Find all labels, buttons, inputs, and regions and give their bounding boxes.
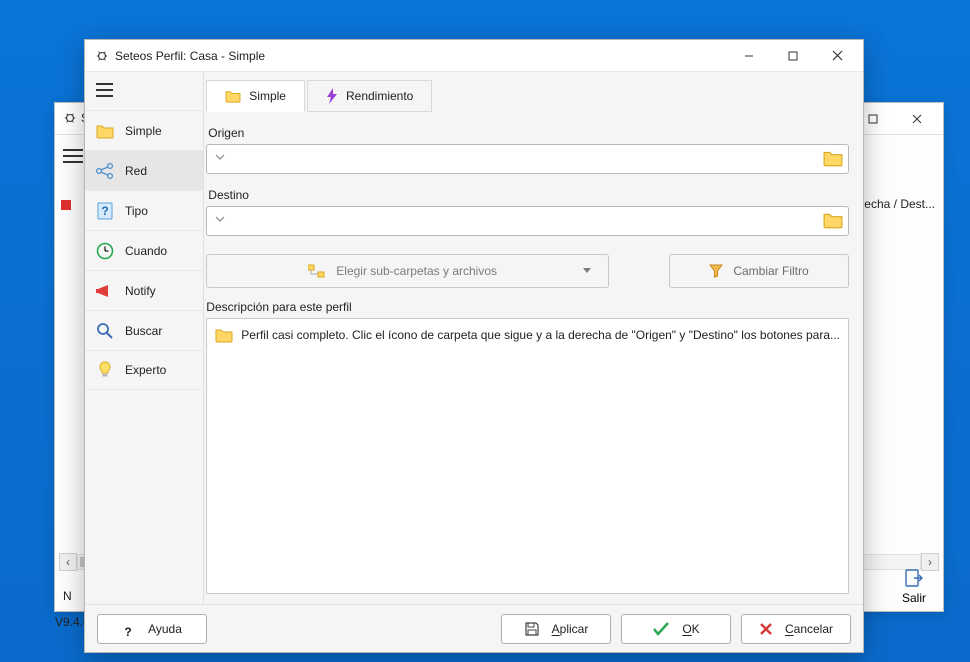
scroll-left-arrow[interactable]: ‹	[59, 553, 77, 571]
close-button[interactable]	[815, 42, 859, 70]
profile-settings-dialog: Seteos Perfil: Casa - Simple Simple Red …	[84, 39, 864, 653]
tab-label: Simple	[249, 89, 286, 103]
apply-button[interactable]: Aplicar	[501, 614, 611, 644]
filter-label: Cambiar Filtro	[733, 264, 808, 278]
content-area: Simple Rendimiento Origen Destino	[204, 72, 863, 604]
sidebar-item-label: Cuando	[125, 244, 167, 258]
minimize-button[interactable]	[727, 42, 771, 70]
sidebar-item-cuando[interactable]: Cuando	[85, 230, 203, 270]
dropdown-caret-icon	[582, 267, 592, 275]
megaphone-icon	[95, 281, 115, 301]
sidebar-item-label: Buscar	[125, 324, 162, 338]
sidebar: Simple Red ? Tipo Cuando Notify Buscar	[85, 72, 204, 604]
sidebar-item-label: Experto	[125, 363, 166, 377]
cancel-button[interactable]: Cancelar	[741, 614, 851, 644]
tree-icon	[308, 263, 326, 279]
folder-icon	[95, 121, 115, 141]
svg-text:?: ?	[101, 204, 108, 218]
titlebar: Seteos Perfil: Casa - Simple	[85, 40, 863, 72]
folder-icon	[225, 89, 241, 103]
lightbulb-icon	[95, 360, 115, 380]
ok-button[interactable]: OK	[621, 614, 731, 644]
sidebar-item-label: Notify	[125, 284, 156, 298]
description-line: Perfil casi completo. Clic el ícono de c…	[215, 327, 840, 343]
description-box[interactable]: Perfil casi completo. Clic el ícono de c…	[206, 318, 849, 594]
back-close-button[interactable]	[895, 105, 939, 133]
save-icon	[524, 621, 540, 637]
tabs: Simple Rendimiento	[204, 72, 851, 112]
sidebar-item-label: Tipo	[125, 204, 148, 218]
sidebar-item-label: Simple	[125, 124, 162, 138]
funnel-icon	[709, 264, 723, 278]
destino-input[interactable]	[206, 206, 849, 236]
bug-icon	[95, 49, 109, 63]
svg-text:?: ?	[124, 625, 131, 639]
exit-button[interactable]: Salir	[891, 567, 937, 605]
hamburger-menu[interactable]	[85, 72, 203, 110]
browse-origen-button[interactable]	[823, 149, 843, 167]
sidebar-item-buscar[interactable]: Buscar	[85, 310, 203, 350]
help-icon: ?	[122, 619, 136, 639]
help-button[interactable]: ? Ayuda	[97, 614, 207, 644]
tab-simple[interactable]: Simple	[206, 80, 305, 112]
maximize-button[interactable]	[771, 42, 815, 70]
sidebar-item-tipo[interactable]: ? Tipo	[85, 190, 203, 230]
folder-icon	[215, 327, 233, 343]
search-icon	[95, 321, 115, 341]
tab-body: Origen Destino Elegir sub-	[204, 112, 851, 596]
app-icon	[63, 111, 77, 125]
help-label: Ayuda	[148, 622, 182, 636]
sidebar-item-experto[interactable]: Experto	[85, 350, 203, 390]
destino-label: Destino	[208, 188, 847, 202]
back-status-indicator	[61, 200, 71, 210]
exit-label: Salir	[902, 591, 926, 605]
back-column-header: echa / Dest...	[864, 197, 935, 211]
cancel-label: Cancelar	[785, 622, 833, 636]
chevron-down-icon[interactable]	[214, 151, 226, 163]
sidebar-item-simple[interactable]: Simple	[85, 110, 203, 150]
subfolders-label: Elegir sub-carpetas y archivos	[336, 264, 497, 278]
sidebar-item-red[interactable]: Red	[85, 150, 203, 190]
x-icon	[759, 622, 773, 636]
tab-rendimiento[interactable]: Rendimiento	[307, 80, 432, 112]
network-icon	[95, 161, 115, 181]
dialog-title-text: Seteos Perfil: Casa - Simple	[115, 49, 265, 63]
browse-destino-button[interactable]	[823, 211, 843, 229]
origen-label: Origen	[208, 126, 847, 140]
sidebar-item-label: Red	[125, 164, 147, 178]
question-icon: ?	[95, 201, 115, 221]
sidebar-item-notify[interactable]: Notify	[85, 270, 203, 310]
back-n-label: N	[63, 589, 72, 603]
ok-label: OK	[682, 622, 699, 636]
choose-subfolders-button[interactable]: Elegir sub-carpetas y archivos	[206, 254, 609, 288]
lightning-icon	[326, 88, 338, 104]
chevron-down-icon[interactable]	[214, 213, 226, 225]
dialog-title: Seteos Perfil: Casa - Simple	[95, 49, 727, 63]
tab-label: Rendimiento	[346, 89, 413, 103]
change-filter-button[interactable]: Cambiar Filtro	[669, 254, 849, 288]
apply-label: Aplicar	[552, 622, 589, 636]
description-label: Descripción para este perfil	[206, 300, 849, 314]
exit-icon	[903, 567, 925, 589]
description-text: Perfil casi completo. Clic el ícono de c…	[241, 328, 840, 342]
clock-icon	[95, 241, 115, 261]
dialog-footer: ? Ayuda Aplicar OK Cancelar	[85, 604, 863, 652]
check-icon	[652, 622, 670, 636]
origen-input[interactable]	[206, 144, 849, 174]
